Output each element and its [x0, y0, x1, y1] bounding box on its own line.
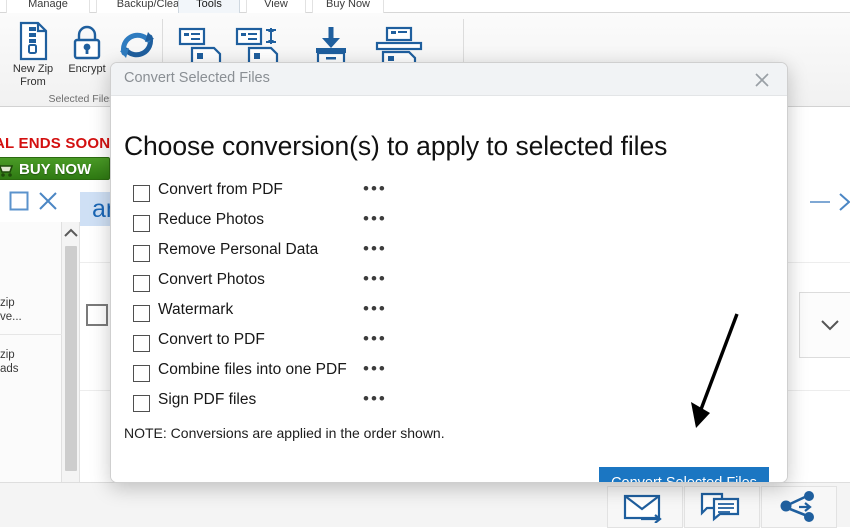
buy-now-label: BUY NOW [19, 159, 91, 180]
option-row-convert-from-pdf[interactable]: Convert from PDF ••• [123, 180, 403, 210]
dropdown-button[interactable] [799, 292, 850, 358]
ribbon-tab-label: Tools [196, 0, 222, 10]
left-panel-divider [0, 334, 62, 335]
conversion-options-list: Convert from PDF ••• Reduce Photos ••• R… [123, 180, 403, 420]
option-label: Sign PDF files [158, 391, 256, 409]
shopping-cart-icon [0, 162, 15, 180]
dialog-body: Choose conversion(s) to apply to selecte… [111, 96, 787, 483]
left-panel-scrollbar[interactable] [62, 222, 80, 482]
ribbon-button-label: New Zip From [4, 63, 62, 89]
ribbon-tab-label: View [264, 0, 288, 10]
scrollbar-thumb[interactable] [65, 246, 77, 471]
chevron-down-icon [819, 318, 841, 332]
ribbon-tab-buy-now[interactable]: Buy Now [312, 0, 384, 13]
option-row-watermark[interactable]: Watermark ••• [123, 300, 403, 330]
ribbon-tab-tools[interactable]: Tools [178, 0, 240, 13]
promo-headline: AL ENDS SOON [0, 133, 110, 155]
share-button[interactable] [761, 486, 837, 528]
checkbox-convert-to-pdf[interactable] [133, 335, 150, 352]
dialog-note: NOTE: Conversions are applied in the ord… [124, 425, 445, 441]
panel-select-all-checkbox[interactable] [8, 190, 30, 212]
left-panel-entry-line2: ve... [0, 310, 62, 324]
ribbon-tab-manage[interactable]: Manage [6, 0, 90, 13]
left-files-panel: zip ve... zip ads [0, 222, 62, 482]
dialog-heading: Choose conversion(s) to apply to selecte… [124, 131, 667, 162]
ribbon-tab-label: Buy Now [326, 0, 370, 10]
row-checkbox[interactable] [86, 304, 108, 326]
ribbon-tab-label: Backup/Clean [117, 0, 186, 10]
option-more-button[interactable]: ••• [363, 359, 387, 379]
option-more-button[interactable]: ••• [363, 329, 387, 349]
ribbon-tab-label: Manage [28, 0, 68, 10]
checkbox-combine-files-into-one-pdf[interactable] [133, 365, 150, 382]
option-label: Combine files into one PDF [158, 361, 347, 379]
ribbon-tab-strip: Manage Backup/Clean Tools View Buy Now [0, 0, 850, 13]
dialog-title-bar: Convert Selected Files [111, 63, 787, 96]
buy-now-button[interactable]: BUY NOW [0, 157, 110, 180]
option-row-combine-files-into-one-pdf[interactable]: Combine files into one PDF ••• [123, 360, 403, 390]
message-button[interactable] [684, 486, 760, 528]
option-more-button[interactable]: ••• [363, 389, 387, 409]
email-envelope-icon [621, 491, 669, 523]
new-zip-from-icon [4, 19, 62, 63]
share-nodes-icon [777, 491, 821, 523]
left-panel-entry[interactable]: zip ve... [0, 296, 62, 324]
checkbox-convert-from-pdf[interactable] [133, 185, 150, 202]
convert-selected-files-button[interactable]: Convert Selected Files [599, 467, 769, 483]
left-panel-entry-line1: zip [0, 348, 62, 362]
option-row-reduce-photos[interactable]: Reduce Photos ••• [123, 210, 403, 240]
option-more-button[interactable]: ••• [363, 299, 387, 319]
option-label: Remove Personal Data [158, 241, 318, 259]
option-label: Convert from PDF [158, 181, 283, 199]
ribbon-button-new-zip-from[interactable]: New Zip From [4, 19, 62, 89]
ribbon-button-convert[interactable] [108, 23, 166, 67]
email-button[interactable] [607, 486, 683, 528]
bottom-action-bar [0, 482, 850, 527]
option-label: Convert to PDF [158, 331, 265, 349]
option-label: Reduce Photos [158, 211, 264, 229]
chevron-right-icon[interactable] [838, 192, 850, 217]
ribbon-tab-view[interactable]: View [246, 0, 306, 13]
option-more-button[interactable]: ••• [363, 269, 387, 289]
checkbox-remove-personal-data[interactable] [133, 245, 150, 262]
option-label: Watermark [158, 301, 233, 319]
left-panel-entry-line2: ads [0, 362, 62, 376]
option-more-button[interactable]: ••• [363, 239, 387, 259]
option-row-convert-photos[interactable]: Convert Photos ••• [123, 270, 403, 300]
dialog-title: Convert Selected Files [124, 70, 270, 86]
convert-selected-files-dialog: Convert Selected Files Choose conversion… [110, 62, 788, 483]
convert-refresh-icon [108, 23, 166, 67]
checkbox-convert-photos[interactable] [133, 275, 150, 292]
checkbox-watermark[interactable] [133, 305, 150, 322]
chevron-up-icon[interactable] [62, 222, 80, 244]
checkbox-sign-pdf-files[interactable] [133, 395, 150, 412]
option-label: Convert Photos [158, 271, 265, 289]
option-row-sign-pdf-files[interactable]: Sign PDF files ••• [123, 390, 403, 420]
option-row-remove-personal-data[interactable]: Remove Personal Data ••• [123, 240, 403, 270]
option-more-button[interactable]: ••• [363, 209, 387, 229]
minimize-icon[interactable] [810, 201, 830, 203]
left-panel-entry-line1: zip [0, 296, 62, 310]
message-bubble-icon [698, 491, 746, 523]
option-row-convert-to-pdf[interactable]: Convert to PDF ••• [123, 330, 403, 360]
close-icon[interactable] [745, 67, 779, 93]
option-more-button[interactable]: ••• [363, 179, 387, 199]
panel-close-icon[interactable] [36, 190, 60, 212]
left-panel-entry[interactable]: zip ads [0, 348, 62, 376]
checkbox-reduce-photos[interactable] [133, 215, 150, 232]
